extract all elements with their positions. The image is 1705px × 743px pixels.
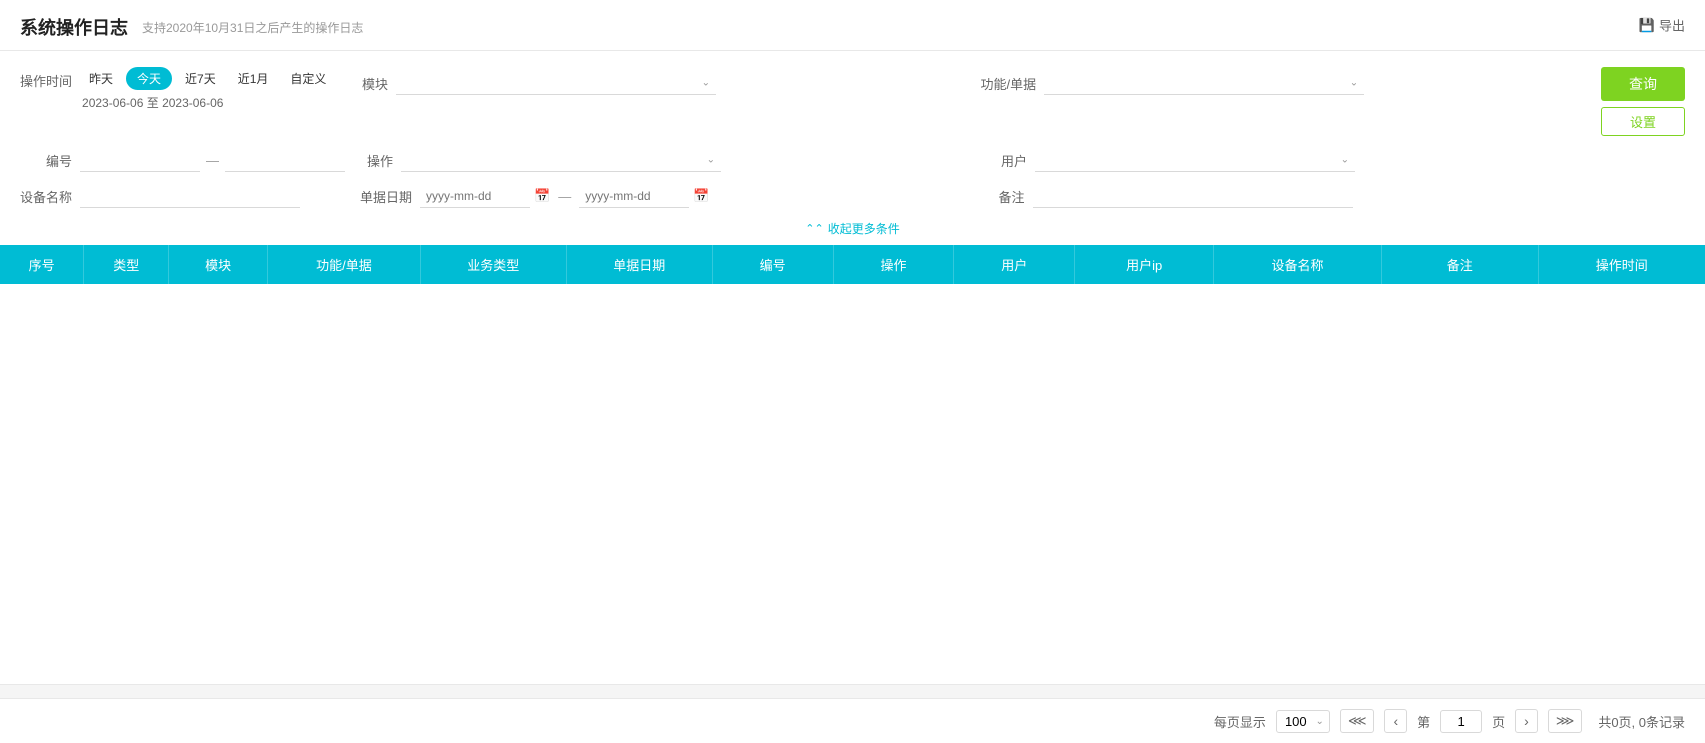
total-info: 共0页, 0条记录 bbox=[1598, 712, 1685, 731]
remark-input[interactable] bbox=[1033, 184, 1353, 208]
col-user-ip: 用户ip bbox=[1075, 245, 1214, 284]
time-btn-7days[interactable]: 近7天 bbox=[176, 67, 225, 90]
col-doc-date: 单据日期 bbox=[566, 245, 712, 284]
calendar-to-icon[interactable]: 📅 bbox=[693, 188, 709, 204]
date-label: 单据日期 bbox=[360, 187, 412, 206]
settings-button[interactable]: 设置 bbox=[1601, 107, 1685, 136]
collapse-button[interactable]: ⌃⌃ 收起更多条件 bbox=[805, 220, 899, 237]
function-select[interactable] bbox=[1044, 71, 1364, 95]
date-to-input[interactable] bbox=[579, 185, 689, 208]
page-subtitle: 支持2020年10月31日之后产生的操作日志 bbox=[142, 19, 363, 36]
col-function: 功能/单据 bbox=[268, 245, 421, 284]
col-module: 模块 bbox=[169, 245, 268, 284]
col-number: 编号 bbox=[712, 245, 833, 284]
next-page-button[interactable]: › bbox=[1515, 709, 1538, 733]
col-seqno: 序号 bbox=[0, 245, 84, 284]
col-remark: 备注 bbox=[1381, 245, 1538, 284]
date-range-dash: — bbox=[558, 189, 571, 204]
time-btn-custom[interactable]: 自定义 bbox=[281, 67, 335, 90]
export-icon: 💾 bbox=[1639, 17, 1655, 33]
operation-label: 操作 bbox=[365, 151, 393, 170]
collapse-up-icon: ⌃⌃ bbox=[805, 222, 823, 235]
device-label: 设备名称 bbox=[20, 187, 72, 206]
page-prefix-label: 第 bbox=[1417, 712, 1430, 731]
col-biz-type: 业务类型 bbox=[420, 245, 566, 284]
date-from-input[interactable] bbox=[420, 185, 530, 208]
number-to-input[interactable] bbox=[225, 148, 345, 172]
remark-label: 备注 bbox=[973, 187, 1025, 206]
page-suffix-label: 页 bbox=[1492, 712, 1505, 731]
time-btn-1month[interactable]: 近1月 bbox=[229, 67, 278, 90]
time-btn-today[interactable]: 今天 bbox=[126, 67, 172, 90]
col-device: 设备名称 bbox=[1214, 245, 1382, 284]
module-label: 模块 bbox=[360, 74, 388, 93]
last-page-button[interactable]: ⋙ bbox=[1548, 709, 1583, 733]
per-page-select[interactable]: 10 20 50 100 200 bbox=[1276, 710, 1330, 733]
page-title: 系统操作日志 bbox=[20, 14, 128, 40]
export-button[interactable]: 💾 导出 bbox=[1639, 16, 1685, 35]
number-dash: — bbox=[206, 153, 219, 168]
module-select[interactable] bbox=[396, 71, 716, 95]
col-operation: 操作 bbox=[833, 245, 954, 284]
function-label: 功能/单据 bbox=[981, 74, 1037, 93]
device-input[interactable] bbox=[80, 184, 300, 208]
prev-page-button[interactable]: ‹ bbox=[1384, 709, 1407, 733]
user-label: 用户 bbox=[975, 151, 1027, 170]
current-page-input[interactable] bbox=[1440, 710, 1482, 733]
col-type: 类型 bbox=[84, 245, 169, 284]
per-page-label: 每页显示 bbox=[1214, 712, 1266, 731]
query-button[interactable]: 查询 bbox=[1601, 67, 1685, 101]
number-label: 编号 bbox=[20, 151, 72, 170]
time-label: 操作时间 bbox=[20, 67, 72, 90]
col-op-time: 操作时间 bbox=[1538, 245, 1705, 284]
col-user: 用户 bbox=[954, 245, 1075, 284]
user-select[interactable] bbox=[1035, 148, 1355, 172]
calendar-from-icon[interactable]: 📅 bbox=[534, 188, 550, 204]
first-page-button[interactable]: ⋘ bbox=[1340, 709, 1375, 733]
time-btn-yesterday[interactable]: 昨天 bbox=[80, 67, 122, 90]
data-table: 序号 类型 模块 功能/单据 业务类型 单据日期 编号 操作 用户 用户ip 设… bbox=[0, 245, 1705, 284]
number-from-input[interactable] bbox=[80, 148, 200, 172]
date-range-display: 2023-06-06 至 2023-06-06 bbox=[80, 94, 335, 111]
operation-select[interactable] bbox=[401, 148, 721, 172]
